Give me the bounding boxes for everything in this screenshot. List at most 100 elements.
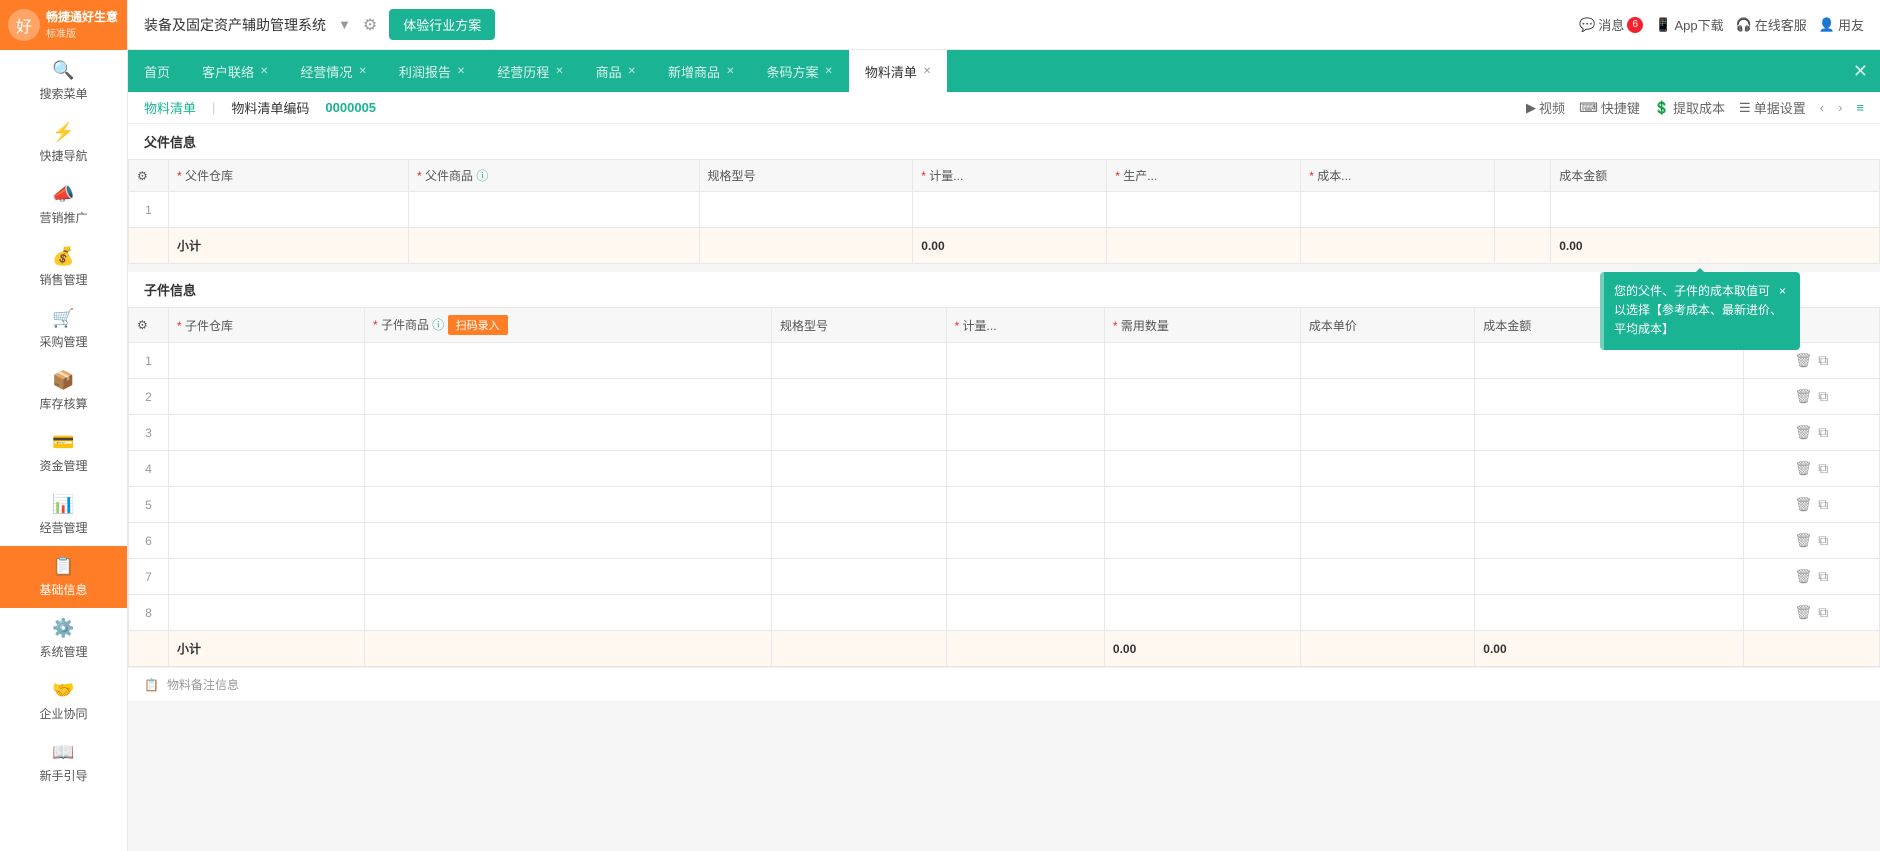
trial-button[interactable]: 体验行业方案 (389, 9, 495, 40)
nav-tab-barcode[interactable]: 条码方案 ✕ (750, 50, 848, 92)
child-cell-warehouse-6[interactable] (169, 523, 365, 559)
app-download[interactable]: 📱 App下载 (1655, 15, 1723, 34)
parent-cell-spec[interactable] (699, 192, 913, 228)
delete-icon-4[interactable]: 🗑 (1794, 460, 1812, 477)
parent-cell-warehouse[interactable] (169, 192, 409, 228)
child-cell-spec-4[interactable] (772, 451, 946, 487)
child-cell-goods-8[interactable] (364, 595, 771, 631)
scan-button[interactable]: 扫码录入 (448, 315, 508, 335)
child-cell-warehouse-1[interactable] (169, 343, 365, 379)
child-cell-quantity-2[interactable] (1104, 379, 1300, 415)
child-cell-warehouse-8[interactable] (169, 595, 365, 631)
child-cell-quantity-5[interactable] (1104, 487, 1300, 523)
child-cell-warehouse-3[interactable] (169, 415, 365, 451)
tab-close-customer[interactable]: ✕ (260, 66, 268, 77)
child-cell-unit-price-7[interactable] (1300, 559, 1474, 595)
child-cell-unit-price-8[interactable] (1300, 595, 1474, 631)
tab-close-bom[interactable]: ✕ (923, 66, 931, 77)
delete-icon-6[interactable]: 🗑 (1794, 532, 1812, 549)
child-cell-spec-7[interactable] (772, 559, 946, 595)
tab-close-new_goods[interactable]: ✕ (726, 66, 734, 77)
child-cell-quantity-3[interactable] (1104, 415, 1300, 451)
nav-close-button[interactable]: ✕ (1841, 61, 1880, 82)
breadcrumb-link[interactable]: 物料清单 (144, 98, 196, 117)
sidebar-item-guide[interactable]: 📖新手引导 (0, 732, 127, 794)
nav-tab-home[interactable]: 首页 (128, 50, 186, 92)
child-cell-goods-5[interactable] (364, 487, 771, 523)
delete-icon-8[interactable]: 🗑 (1794, 604, 1812, 621)
next-page-btn[interactable]: › (1838, 100, 1842, 115)
child-cell-goods-2[interactable] (364, 379, 771, 415)
tab-close-profit[interactable]: ✕ (457, 66, 465, 77)
dropdown-icon[interactable]: ▼ (338, 17, 351, 32)
parent-cell-cost[interactable] (1301, 192, 1495, 228)
child-cell-quantity-6[interactable] (1104, 523, 1300, 559)
child-cell-quantity-4[interactable] (1104, 451, 1300, 487)
parent-cell-production[interactable] (1107, 192, 1301, 228)
copy-icon-2[interactable]: ⧉ (1818, 388, 1828, 405)
copy-icon-6[interactable]: ⧉ (1818, 532, 1828, 549)
child-settings-gear-icon[interactable]: ⚙ (137, 318, 148, 332)
child-cell-goods-1[interactable] (364, 343, 771, 379)
grid-view-btn[interactable]: ≡ (1856, 100, 1864, 115)
copy-icon-1[interactable]: ⧉ (1818, 352, 1828, 369)
parent-cell-unit[interactable] (913, 192, 1107, 228)
tab-close-history[interactable]: ✕ (555, 66, 563, 77)
child-cell-spec-2[interactable] (772, 379, 946, 415)
child-cell-unit-3[interactable] (946, 415, 1104, 451)
nav-tab-profit[interactable]: 利润报告 ✕ (383, 50, 481, 92)
child-cell-goods-7[interactable] (364, 559, 771, 595)
copy-icon-5[interactable]: ⧉ (1818, 496, 1828, 513)
child-cell-quantity-8[interactable] (1104, 595, 1300, 631)
child-cell-unit-price-5[interactable] (1300, 487, 1474, 523)
sidebar-item-system[interactable]: ⚙️系统管理 (0, 608, 127, 670)
delete-icon-5[interactable]: 🗑 (1794, 496, 1812, 513)
child-cell-spec-3[interactable] (772, 415, 946, 451)
child-cell-spec-8[interactable] (772, 595, 946, 631)
parent-goods-info-icon[interactable]: ⓘ (476, 169, 488, 183)
delete-icon-1[interactable]: 🗑 (1794, 352, 1812, 369)
sidebar-item-inventory[interactable]: 📦库存核算 (0, 360, 127, 422)
cost-btn[interactable]: 💲 提取成本 (1654, 98, 1725, 117)
child-cell-goods-6[interactable] (364, 523, 771, 559)
message-icon[interactable]: 💬 消息 6 (1579, 15, 1643, 34)
copy-icon-8[interactable]: ⧉ (1818, 604, 1828, 621)
child-cell-spec-6[interactable] (772, 523, 946, 559)
sidebar-item-finance[interactable]: 💳资金管理 (0, 422, 127, 484)
child-cell-unit-price-6[interactable] (1300, 523, 1474, 559)
sidebar-item-quick[interactable]: ⚡快捷导航 (0, 112, 127, 174)
child-cell-unit-price-1[interactable] (1300, 343, 1474, 379)
parent-cell-goods[interactable] (409, 192, 699, 228)
child-goods-info-icon[interactable]: ⓘ (432, 318, 444, 332)
shortcut-btn[interactable]: ⌨ 快捷键 (1579, 98, 1640, 117)
settings-gear-icon[interactable]: ⚙ (137, 169, 148, 183)
child-cell-quantity-7[interactable] (1104, 559, 1300, 595)
delete-icon-7[interactable]: 🗑 (1794, 568, 1812, 585)
sidebar-item-sales[interactable]: 💰销售管理 (0, 236, 127, 298)
child-cell-unit-7[interactable] (946, 559, 1104, 595)
nav-tab-new_goods[interactable]: 新增商品 ✕ (652, 50, 750, 92)
copy-icon-4[interactable]: ⧉ (1818, 460, 1828, 477)
child-cell-unit-price-2[interactable] (1300, 379, 1474, 415)
child-cell-goods-3[interactable] (364, 415, 771, 451)
tab-close-operation_status[interactable]: ✕ (358, 66, 366, 77)
nav-tab-goods[interactable]: 商品 ✕ (580, 50, 652, 92)
video-btn[interactable]: ▶ 视频 (1526, 98, 1565, 117)
user-menu[interactable]: 👤 用友 (1819, 15, 1864, 34)
child-cell-unit-price-3[interactable] (1300, 415, 1474, 451)
nav-tab-bom[interactable]: 物料清单 ✕ (849, 50, 947, 92)
delete-icon-2[interactable]: 🗑 (1794, 388, 1812, 405)
child-cell-unit-6[interactable] (946, 523, 1104, 559)
prev-page-btn[interactable]: ‹ (1820, 100, 1824, 115)
online-service[interactable]: 🎧 在线客服 (1736, 15, 1807, 34)
tab-close-barcode[interactable]: ✕ (824, 66, 832, 77)
child-cell-unit-4[interactable] (946, 451, 1104, 487)
child-cell-unit-8[interactable] (946, 595, 1104, 631)
child-cell-spec-5[interactable] (772, 487, 946, 523)
delete-icon-3[interactable]: 🗑 (1794, 424, 1812, 441)
child-cell-warehouse-2[interactable] (169, 379, 365, 415)
child-cell-quantity-1[interactable] (1104, 343, 1300, 379)
single-setting-btn[interactable]: ☰ 单据设置 (1739, 98, 1806, 117)
sidebar-item-enterprise[interactable]: 🤝企业协同 (0, 670, 127, 732)
tooltip-close-btn[interactable]: × (1779, 282, 1786, 301)
